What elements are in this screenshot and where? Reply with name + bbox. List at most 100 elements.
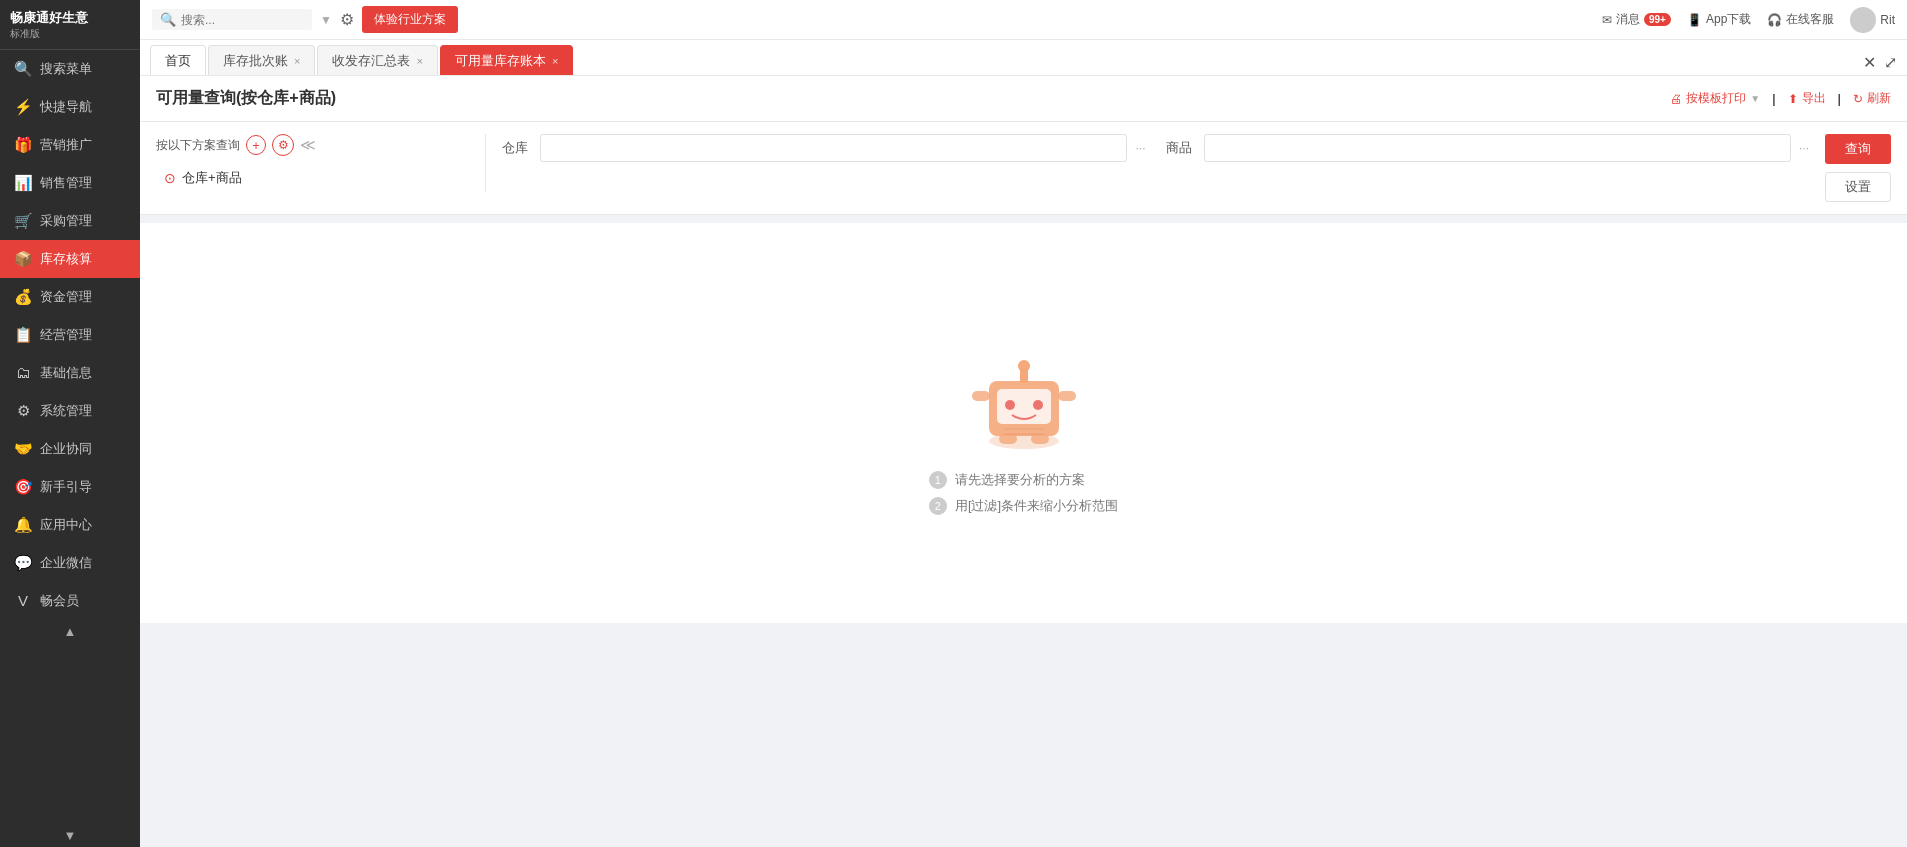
- online-service-label: 在线客服: [1786, 11, 1834, 28]
- app-download-btn[interactable]: 📱 App下载: [1687, 11, 1751, 28]
- svg-point-4: [1033, 400, 1043, 410]
- product-field-group: 商品 ···: [1166, 134, 1810, 162]
- print-dropdown-icon[interactable]: ▼: [1750, 93, 1760, 104]
- print-icon: 🖨: [1670, 92, 1682, 106]
- sidebar-item-app-center[interactable]: 🔔 应用中心: [0, 506, 140, 544]
- user-profile-btn[interactable]: Rit: [1850, 7, 1895, 33]
- tabs-bar: 首页库存批次账×收发存汇总表× 可用量库存账本 × ✕ ⤢: [140, 40, 1907, 76]
- tab-label-available-stock: 可用量库存账本: [455, 52, 546, 70]
- hint-text-1: 请先选择要分析的方案: [955, 471, 1085, 489]
- tab-close-available-stock[interactable]: ×: [552, 55, 558, 67]
- scheme-panel: 按以下方案查询 + ⚙ ≪ ⊙ 仓库+商品: [156, 134, 486, 192]
- sidebar-item-cooperation[interactable]: 🤝 企业协同: [0, 430, 140, 468]
- industry-btn[interactable]: 体验行业方案: [362, 6, 458, 33]
- sidebar-label-wechat: 企业微信: [40, 554, 92, 572]
- close-tab-btn[interactable]: ✕: [1863, 53, 1876, 72]
- scheme-settings-btn[interactable]: ⚙: [272, 134, 294, 156]
- sidebar-item-member[interactable]: V 畅会员: [0, 582, 140, 620]
- tab-label-home: 首页: [165, 52, 191, 70]
- app-download-icon: 📱: [1687, 13, 1702, 27]
- query-area: 按以下方案查询 + ⚙ ≪ ⊙ 仓库+商品 仓库 ···: [140, 122, 1907, 215]
- sidebar-label-app-center: 应用中心: [40, 516, 92, 534]
- sidebar-icon-operations: 📋: [14, 326, 32, 344]
- tab-close-receive-summary[interactable]: ×: [416, 55, 422, 67]
- sidebar-item-finance[interactable]: 💰 资金管理: [0, 278, 140, 316]
- message-btn[interactable]: ✉ 消息 99+: [1602, 11, 1671, 28]
- page-header: 可用量查询(按仓库+商品) 🖨 按模板打印 ▼ | ⬆ 导出 | ↻ 刷新: [140, 76, 1907, 122]
- topbar-dropdown-icon[interactable]: ▼: [320, 13, 332, 27]
- sidebar-label-inventory: 库存核算: [40, 250, 92, 268]
- product-label: 商品: [1166, 139, 1196, 157]
- app-logo: 畅康通好生意 标准版: [0, 0, 140, 50]
- page-title: 可用量查询(按仓库+商品): [156, 88, 336, 109]
- topbar-settings-icon[interactable]: ⚙: [340, 10, 354, 29]
- sidebar-item-wechat[interactable]: 💬 企业微信: [0, 544, 140, 582]
- sidebar-icon-system: ⚙: [14, 402, 32, 420]
- tab-receive-summary[interactable]: 收发存汇总表×: [317, 45, 437, 75]
- hint-item-2: 2 用[过滤]条件来缩小分析范围: [929, 497, 1118, 515]
- filter-fields: 仓库 ··· 商品 ···: [486, 134, 1809, 162]
- print-btn[interactable]: 🖨 按模板打印 ▼: [1670, 90, 1760, 107]
- message-badge: 99+: [1644, 13, 1671, 26]
- empty-state: 1 请先选择要分析的方案 2 用[过滤]条件来缩小分析范围: [140, 223, 1907, 623]
- sidebar-item-basic-info[interactable]: 🗂 基础信息: [0, 354, 140, 392]
- message-label: 消息: [1616, 11, 1640, 28]
- maximize-tab-btn[interactable]: ⤢: [1884, 53, 1897, 72]
- export-btn[interactable]: ⬆ 导出: [1788, 90, 1826, 107]
- app-title: 畅康通好生意: [10, 10, 130, 27]
- sidebar-icon-purchase: 🛒: [14, 212, 32, 230]
- sidebar-label-sales: 销售管理: [40, 174, 92, 192]
- svg-rect-8: [1058, 391, 1076, 401]
- sidebar-scroll-down[interactable]: ▼: [0, 824, 140, 847]
- sidebar-item-system[interactable]: ⚙ 系统管理: [0, 392, 140, 430]
- scheme-item-warehouse-product[interactable]: ⊙ 仓库+商品: [156, 164, 473, 192]
- refresh-btn[interactable]: ↻ 刷新: [1853, 90, 1891, 107]
- product-more-btn[interactable]: ···: [1799, 141, 1809, 155]
- sidebar-item-marketing[interactable]: 🎁 营销推广: [0, 126, 140, 164]
- refresh-icon: ↻: [1853, 92, 1863, 106]
- query-btn[interactable]: 查询: [1825, 134, 1891, 164]
- svg-point-3: [1005, 400, 1015, 410]
- tabs-bar-right: ✕ ⤢: [1863, 53, 1897, 75]
- online-service-btn[interactable]: 🎧 在线客服: [1767, 11, 1834, 28]
- sidebar-item-shortcuts[interactable]: ⚡ 快捷导航: [0, 88, 140, 126]
- sidebar-icon-search: 🔍: [14, 60, 32, 78]
- tab-home[interactable]: 首页: [150, 45, 206, 75]
- sidebar-icon-marketing: 🎁: [14, 136, 32, 154]
- sidebar-label-finance: 资金管理: [40, 288, 92, 306]
- topbar: 🔍 ▼ ⚙ 体验行业方案 ✉ 消息 99+ 📱 App下载 🎧 在线客服 Rit: [140, 0, 1907, 40]
- svg-point-6: [1018, 360, 1030, 372]
- sidebar-item-guide[interactable]: 🎯 新手引导: [0, 468, 140, 506]
- sidebar-item-operations[interactable]: 📋 经营管理: [0, 316, 140, 354]
- sep2: |: [1838, 91, 1841, 106]
- search-input[interactable]: [181, 13, 281, 27]
- sidebar-label-system: 系统管理: [40, 402, 92, 420]
- add-scheme-btn[interactable]: +: [246, 135, 266, 155]
- hint-item-1: 1 请先选择要分析的方案: [929, 471, 1118, 489]
- warehouse-input[interactable]: [540, 134, 1127, 162]
- sidebar-label-basic-info: 基础信息: [40, 364, 92, 382]
- collapse-btn[interactable]: ≪: [300, 136, 316, 154]
- sidebar-item-sales[interactable]: 📊 销售管理: [0, 164, 140, 202]
- app-subtitle: 标准版: [10, 27, 130, 41]
- tab-available-stock[interactable]: 可用量库存账本 ×: [440, 45, 573, 75]
- scheme-panel-header: 按以下方案查询 + ⚙ ≪: [156, 134, 473, 156]
- hint-num-2: 2: [929, 497, 947, 515]
- warehouse-more-btn[interactable]: ···: [1135, 141, 1145, 155]
- sidebar-item-inventory[interactable]: 📦 库存核算: [0, 240, 140, 278]
- topbar-right: ✉ 消息 99+ 📱 App下载 🎧 在线客服 Rit: [1602, 7, 1895, 33]
- product-input[interactable]: [1204, 134, 1791, 162]
- tab-close-batch-ledger[interactable]: ×: [294, 55, 300, 67]
- tab-batch-ledger[interactable]: 库存批次账×: [208, 45, 315, 75]
- topbar-search[interactable]: 🔍: [152, 9, 312, 30]
- hint-text-2: 用[过滤]条件来缩小分析范围: [955, 497, 1118, 515]
- sidebar-scroll-up[interactable]: ▲: [0, 620, 140, 643]
- sidebar-item-purchase[interactable]: 🛒 采购管理: [0, 202, 140, 240]
- message-icon: ✉: [1602, 13, 1612, 27]
- headset-icon: 🎧: [1767, 13, 1782, 27]
- warehouse-field-group: 仓库 ···: [502, 134, 1146, 162]
- sidebar-icon-guide: 🎯: [14, 478, 32, 496]
- settings-btn[interactable]: 设置: [1825, 172, 1891, 202]
- sidebar-item-search[interactable]: 🔍 搜索菜单: [0, 50, 140, 88]
- query-row: 按以下方案查询 + ⚙ ≪ ⊙ 仓库+商品 仓库 ···: [156, 134, 1891, 202]
